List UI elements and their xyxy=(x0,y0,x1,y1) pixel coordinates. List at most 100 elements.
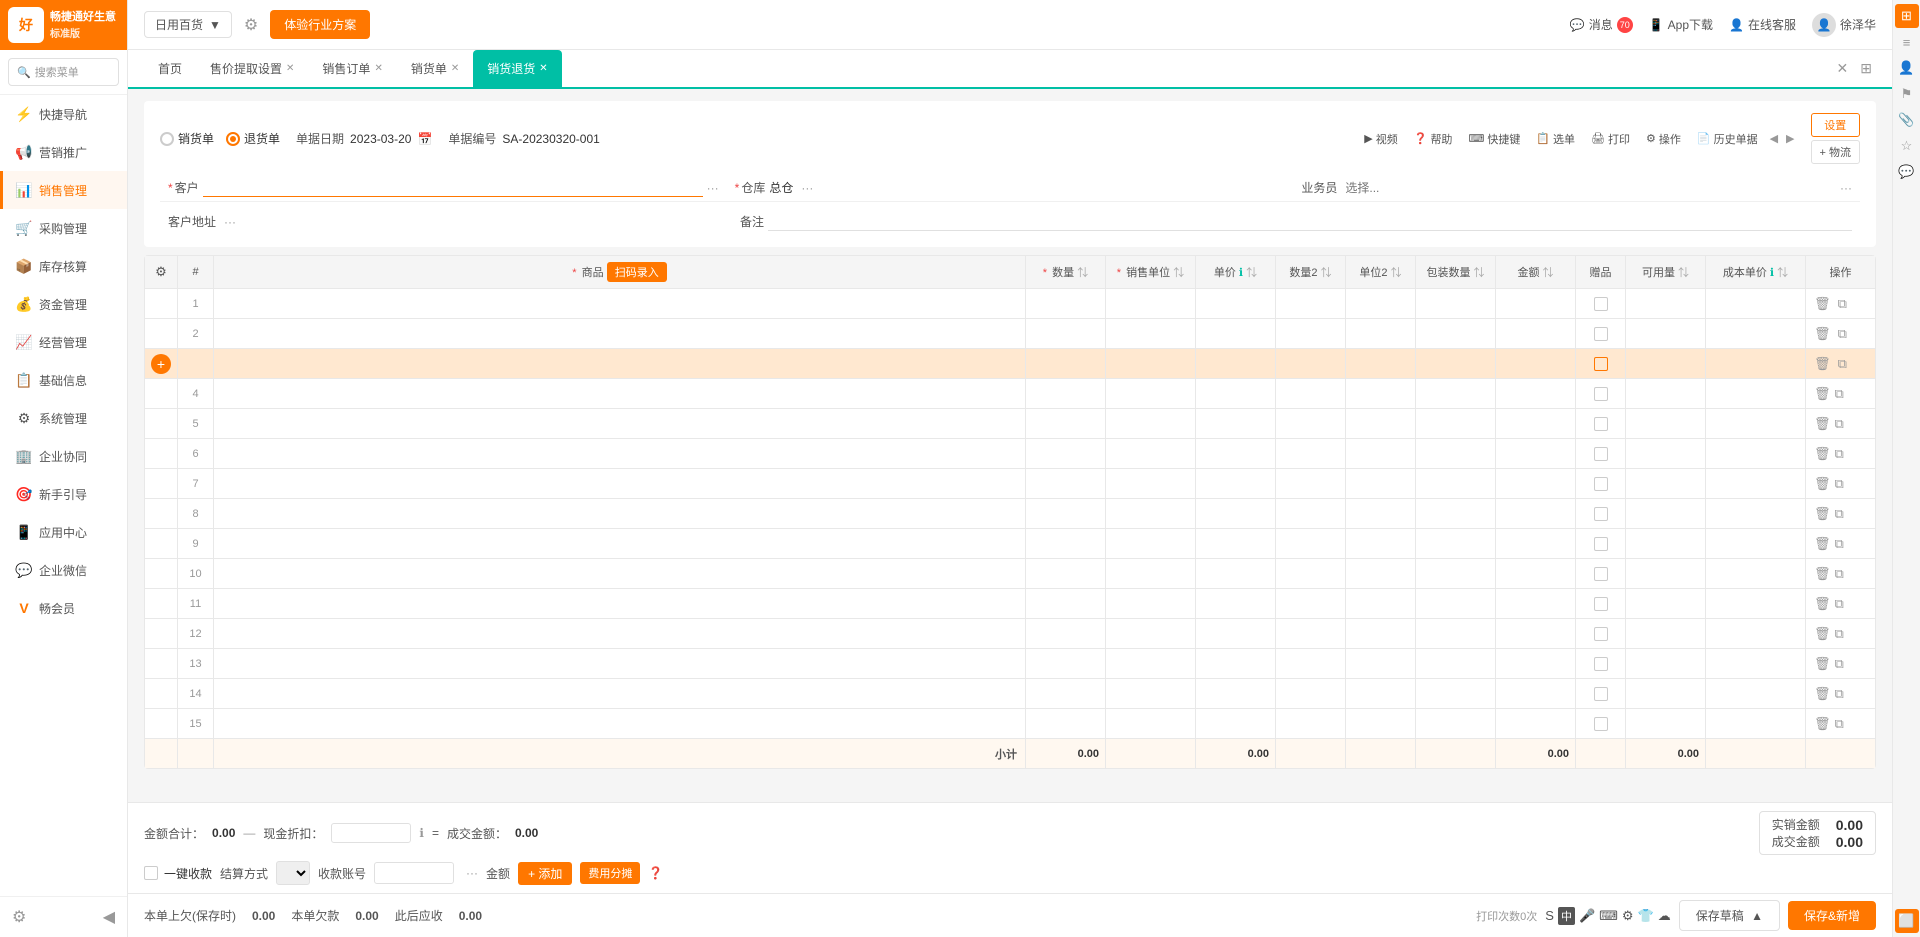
copy-icon-1[interactable]: ⧉ xyxy=(1836,296,1849,311)
sidebar-item-marketing[interactable]: 📢 营销推广 xyxy=(0,133,127,171)
row-available-2[interactable] xyxy=(1626,319,1706,349)
gift-checkbox-9[interactable] xyxy=(1594,537,1608,551)
expand-tabs-icon[interactable]: ⊞ xyxy=(1856,58,1876,79)
sidebar-collapse-icon[interactable]: ◀ xyxy=(103,907,115,927)
delete-icon-1[interactable]: 🗑 xyxy=(1812,296,1833,311)
row-sale-unit-2[interactable] xyxy=(1106,319,1196,349)
calendar-icon[interactable]: 📅 xyxy=(417,132,432,146)
gift-checkbox-15[interactable] xyxy=(1594,717,1608,731)
right-sidebar-user-icon[interactable]: 👤 xyxy=(1895,56,1919,80)
close-tab-icon[interactable]: ✕ xyxy=(1833,58,1853,79)
row-available-3[interactable] xyxy=(1626,349,1706,379)
salesperson-input[interactable] xyxy=(1341,179,1836,197)
search-menu-btn[interactable]: 🔍 搜索菜单 xyxy=(8,58,119,86)
gift-checkbox-7[interactable] xyxy=(1594,477,1608,491)
row-price-3[interactable] xyxy=(1196,349,1276,379)
product-input-3[interactable] xyxy=(220,357,1019,371)
row-product-3[interactable] xyxy=(214,349,1026,379)
fee-split-btn[interactable]: 费用分摊 xyxy=(580,862,640,884)
sidebar-item-basics[interactable]: 📋 基础信息 xyxy=(0,361,127,399)
gift-checkbox-8[interactable] xyxy=(1594,507,1608,521)
row-cost-price-3[interactable] xyxy=(1706,349,1806,379)
row-sale-unit-3[interactable] xyxy=(1106,349,1196,379)
copy-icon-13[interactable]: ⧉ xyxy=(1833,656,1846,671)
remark-input[interactable] xyxy=(768,212,1852,231)
account-input[interactable] xyxy=(374,862,454,884)
row-qty-1[interactable] xyxy=(1026,289,1106,319)
row-available-1[interactable] xyxy=(1626,289,1706,319)
delete-icon-5[interactable]: 🗑 xyxy=(1812,416,1833,431)
copy-icon-8[interactable]: ⧉ xyxy=(1833,506,1846,521)
row-pkg-qty-3[interactable] xyxy=(1416,349,1496,379)
gift-checkbox-1[interactable] xyxy=(1594,297,1608,311)
th-available-sort[interactable]: ⇅ xyxy=(1678,267,1689,279)
industry-selector[interactable]: 日用百货 ▼ xyxy=(144,11,232,38)
delete-icon-14[interactable]: 🗑 xyxy=(1812,686,1833,701)
gift-checkbox-10[interactable] xyxy=(1594,567,1608,581)
row-qty-3[interactable] xyxy=(1026,349,1106,379)
copy-icon-4[interactable]: ⧉ xyxy=(1833,386,1846,401)
right-sidebar-attach-icon[interactable]: 📎 xyxy=(1895,108,1919,132)
scan-btn[interactable]: 扫码录入 xyxy=(607,262,667,282)
gift-checkbox-12[interactable] xyxy=(1594,627,1608,641)
right-sidebar-star-icon[interactable]: ☆ xyxy=(1895,134,1919,158)
gift-checkbox-2[interactable] xyxy=(1594,327,1608,341)
history-btn[interactable]: 📄 历史单据 xyxy=(1693,129,1762,149)
delete-icon-9[interactable]: 🗑 xyxy=(1812,536,1833,551)
sidebar-item-member[interactable]: V 畅会员 xyxy=(0,589,127,627)
tab-sale-delivery-close[interactable]: ✕ xyxy=(451,63,459,74)
row-pkg-qty-1[interactable] xyxy=(1416,289,1496,319)
logistics-side-btn[interactable]: + 物流 xyxy=(1811,140,1860,164)
online-service-btn[interactable]: 👤 在线客服 xyxy=(1729,16,1796,33)
sidebar-settings-icon[interactable]: ⚙ xyxy=(12,907,26,927)
row-unit2-2[interactable] xyxy=(1346,319,1416,349)
video-btn[interactable]: ▶ 视频 xyxy=(1360,129,1401,149)
copy-icon-2[interactable]: ⧉ xyxy=(1836,326,1849,341)
th-settings[interactable]: ⚙ xyxy=(145,256,178,289)
sidebar-item-app-center[interactable]: 📱 应用中心 xyxy=(0,513,127,551)
delete-icon-11[interactable]: 🗑 xyxy=(1812,596,1833,611)
sidebar-item-purchase[interactable]: 🛒 采购管理 xyxy=(0,209,127,247)
row-gift-2[interactable] xyxy=(1576,319,1626,349)
row-pkg-qty-2[interactable] xyxy=(1416,319,1496,349)
delete-icon-7[interactable]: 🗑 xyxy=(1812,476,1833,491)
gift-checkbox-11[interactable] xyxy=(1594,597,1608,611)
right-sidebar-table-icon[interactable]: ⊞ xyxy=(1895,4,1919,28)
row-qty2-1[interactable] xyxy=(1276,289,1346,319)
salesperson-select-icon[interactable]: ··· xyxy=(1840,181,1852,195)
delete-icon-6[interactable]: 🗑 xyxy=(1812,446,1833,461)
warehouse-select-icon[interactable]: ··· xyxy=(801,181,813,195)
right-sidebar-flag-icon[interactable]: ⚑ xyxy=(1895,82,1919,106)
gift-checkbox-5[interactable] xyxy=(1594,417,1608,431)
save-draft-btn[interactable]: 保存草稿 ▲ xyxy=(1679,900,1780,931)
radio-return[interactable]: 退货单 xyxy=(226,130,280,147)
th-sale-unit-sort[interactable]: ⇅ xyxy=(1173,267,1184,279)
delete-icon-13[interactable]: 🗑 xyxy=(1812,656,1833,671)
experience-btn[interactable]: 体验行业方案 xyxy=(270,10,370,39)
delete-icon-15[interactable]: 🗑 xyxy=(1812,716,1833,731)
row-amount-3[interactable] xyxy=(1496,349,1576,379)
right-sidebar-orange-icon[interactable]: ⬜ xyxy=(1895,909,1919,933)
save-draft-dropdown-icon[interactable]: ▲ xyxy=(1751,909,1763,923)
gift-checkbox-6[interactable] xyxy=(1594,447,1608,461)
tab-home[interactable]: 首页 xyxy=(144,50,196,89)
copy-icon-15[interactable]: ⧉ xyxy=(1833,716,1846,731)
sidebar-item-quick-nav[interactable]: ⚡ 快捷导航 xyxy=(0,95,127,133)
copy-icon-11[interactable]: ⧉ xyxy=(1833,596,1846,611)
sidebar-item-operations[interactable]: 📈 经营管理 xyxy=(0,323,127,361)
row-gift-3[interactable] xyxy=(1576,349,1626,379)
address-select-icon[interactable]: ··· xyxy=(224,215,236,229)
row-unit2-1[interactable] xyxy=(1346,289,1416,319)
print-btn[interactable]: 🖨 打印 xyxy=(1587,129,1634,149)
tab-sale-price-close[interactable]: ✕ xyxy=(286,63,294,74)
copy-icon-12[interactable]: ⧉ xyxy=(1833,626,1846,641)
mic-icon[interactable]: 🎤 xyxy=(1579,908,1595,924)
row-unit2-3[interactable] xyxy=(1346,349,1416,379)
th-gear-icon[interactable]: ⚙ xyxy=(155,264,167,279)
row-amount-2[interactable] xyxy=(1496,319,1576,349)
row-amount-1[interactable] xyxy=(1496,289,1576,319)
settlement-select[interactable] xyxy=(276,861,310,885)
settings-side-btn[interactable]: 设置 xyxy=(1811,113,1860,137)
product-input-1[interactable] xyxy=(220,297,1019,311)
tab-sale-delivery[interactable]: 销货单 ✕ xyxy=(397,50,473,89)
